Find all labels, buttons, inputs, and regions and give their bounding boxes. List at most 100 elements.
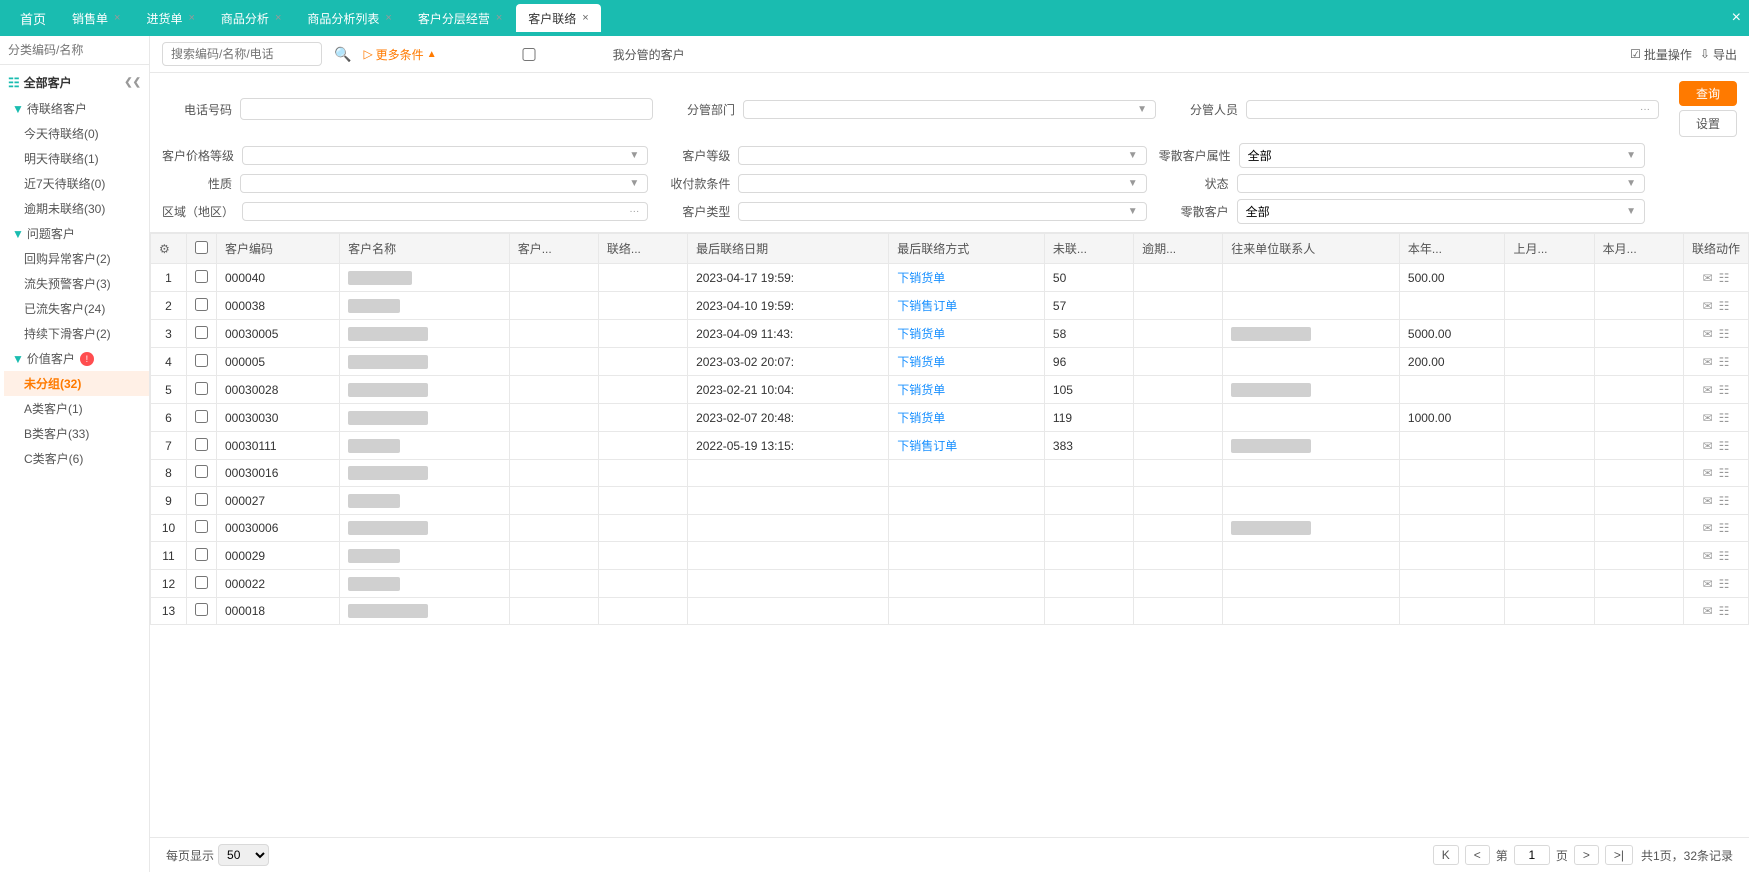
message-icon[interactable]: ✉ [1703, 494, 1713, 508]
message-icon[interactable]: ✉ [1703, 299, 1713, 313]
sidebar-collapse-icon[interactable]: ❮❮ [124, 77, 141, 88]
message-icon[interactable]: ✉ [1703, 439, 1713, 453]
message-icon[interactable]: ✉ [1703, 521, 1713, 535]
sidebar-overdue-pending[interactable]: 逾期未联络(30) [4, 196, 149, 221]
sidebar-group-b[interactable]: B类客户(33) [4, 421, 149, 446]
page-number-input[interactable] [1514, 845, 1550, 865]
sidebar-declining-customers[interactable]: 持续下滑客户(2) [4, 321, 149, 346]
nav-home[interactable]: 首页 [8, 4, 58, 32]
row-checkbox[interactable] [195, 520, 208, 533]
close-custsegment-tab[interactable]: × [496, 12, 502, 24]
reset-button[interactable]: 设置 [1679, 110, 1737, 137]
sidebar-abnormal-repurchase[interactable]: 回购异常客户(2) [4, 246, 149, 271]
my-customers-checkbox[interactable]: 我分管的客户 [449, 46, 685, 63]
nav-tab-analysislist[interactable]: 商品分析列表 × [295, 4, 403, 32]
row-checkbox[interactable] [195, 493, 208, 506]
select-cust-level[interactable]: ▼ [738, 146, 1146, 165]
sidebar-pending-contact[interactable]: ▼ 待联络客户 [0, 96, 149, 121]
row-checkbox[interactable] [195, 270, 208, 283]
row-checkbox[interactable] [195, 326, 208, 339]
prev-page-button[interactable]: < [1465, 845, 1490, 865]
th-check[interactable] [187, 234, 217, 264]
more-conditions-button[interactable]: ▷ 更多条件 ▲ [363, 46, 436, 63]
contact-way-link[interactable]: 下销货单 [897, 355, 945, 369]
nav-tab-custcontact[interactable]: 客户联络 × [516, 4, 600, 32]
contact-way-link[interactable]: 下销货单 [897, 271, 945, 285]
next-page-button[interactable]: > [1574, 845, 1599, 865]
sidebar-group-a[interactable]: A类客户(1) [4, 396, 149, 421]
select-cust-type[interactable]: ▼ [738, 202, 1146, 221]
select-all-checkbox[interactable] [195, 241, 208, 254]
select-region[interactable]: ··· [242, 202, 648, 221]
sidebar-tomorrow-pending[interactable]: 明天待联络(1) [4, 146, 149, 171]
settings-icon[interactable]: ⚙ [159, 242, 170, 256]
input-phone[interactable] [240, 98, 653, 120]
message-icon[interactable]: ✉ [1703, 383, 1713, 397]
my-customers-check-input[interactable] [449, 48, 609, 61]
sidebar-ungroup[interactable]: 未分组(32) [4, 371, 149, 396]
grid-action-icon[interactable]: ☷ [1719, 327, 1730, 341]
nav-tab-analysis[interactable]: 商品分析 × [209, 4, 293, 32]
grid-action-icon[interactable]: ☷ [1719, 549, 1730, 563]
cell-check[interactable] [187, 598, 217, 625]
grid-action-icon[interactable]: ☷ [1719, 439, 1730, 453]
contact-way-link[interactable]: 下销货单 [897, 327, 945, 341]
search-button[interactable]: 🔍 [334, 46, 351, 63]
cell-check[interactable] [187, 542, 217, 570]
cell-check[interactable] [187, 432, 217, 460]
row-checkbox[interactable] [195, 465, 208, 478]
query-button[interactable]: 查询 [1679, 81, 1737, 106]
sidebar-today-pending[interactable]: 今天待联络(0) [4, 121, 149, 146]
cell-check[interactable] [187, 460, 217, 487]
grid-action-icon[interactable]: ☷ [1719, 271, 1730, 285]
row-checkbox[interactable] [195, 548, 208, 561]
sidebar-churn-warning[interactable]: 流失预警客户(3) [4, 271, 149, 296]
th-settings[interactable]: ⚙ [151, 234, 187, 264]
close-all-button[interactable]: × [1732, 9, 1741, 27]
grid-action-icon[interactable]: ☷ [1719, 521, 1730, 535]
message-icon[interactable]: ✉ [1703, 466, 1713, 480]
sidebar-group-c[interactable]: C类客户(6) [4, 446, 149, 471]
row-checkbox[interactable] [195, 382, 208, 395]
row-checkbox[interactable] [195, 298, 208, 311]
nav-tab-sale[interactable]: 销售单 × [60, 4, 132, 32]
cell-check[interactable] [187, 570, 217, 598]
per-page-select[interactable]: 50 100 [218, 844, 269, 866]
grid-action-icon[interactable]: ☷ [1719, 466, 1730, 480]
contact-way-link[interactable]: 下销售订单 [897, 439, 957, 453]
export-button[interactable]: ⇩ 导出 [1700, 46, 1737, 63]
search-input[interactable] [162, 42, 322, 66]
grid-action-icon[interactable]: ☷ [1719, 604, 1730, 618]
cell-check[interactable] [187, 264, 217, 292]
cell-check[interactable] [187, 404, 217, 432]
cell-check[interactable] [187, 515, 217, 542]
cell-check[interactable] [187, 292, 217, 320]
cell-check[interactable] [187, 376, 217, 404]
nav-tab-custsegment[interactable]: 客户分层经营 × [406, 4, 514, 32]
cell-check[interactable] [187, 348, 217, 376]
grid-action-icon[interactable]: ☷ [1719, 355, 1730, 369]
sidebar-problem-customers[interactable]: ▼ 问题客户 [0, 221, 149, 246]
first-page-button[interactable]: K [1433, 845, 1459, 865]
select-status[interactable]: ▼ [1237, 174, 1645, 193]
close-sale-tab[interactable]: × [114, 12, 120, 24]
message-icon[interactable]: ✉ [1703, 271, 1713, 285]
message-icon[interactable]: ✉ [1703, 327, 1713, 341]
grid-action-icon[interactable]: ☷ [1719, 577, 1730, 591]
contact-way-link[interactable]: 下销售订单 [897, 299, 957, 313]
message-icon[interactable]: ✉ [1703, 604, 1713, 618]
row-checkbox[interactable] [195, 603, 208, 616]
select-retail-cust[interactable]: 全部 ▼ [1237, 199, 1645, 224]
select-dept[interactable]: ▼ [743, 100, 1156, 119]
contact-way-link[interactable]: 下销货单 [897, 383, 945, 397]
cell-check[interactable] [187, 487, 217, 515]
nav-tab-purchase[interactable]: 进货单 × [134, 4, 206, 32]
message-icon[interactable]: ✉ [1703, 411, 1713, 425]
message-icon[interactable]: ✉ [1703, 577, 1713, 591]
select-price-level[interactable]: ▼ [242, 146, 648, 165]
select-payment[interactable]: ▼ [738, 174, 1146, 193]
cell-check[interactable] [187, 320, 217, 348]
message-icon[interactable]: ✉ [1703, 549, 1713, 563]
grid-action-icon[interactable]: ☷ [1719, 299, 1730, 313]
grid-action-icon[interactable]: ☷ [1719, 411, 1730, 425]
